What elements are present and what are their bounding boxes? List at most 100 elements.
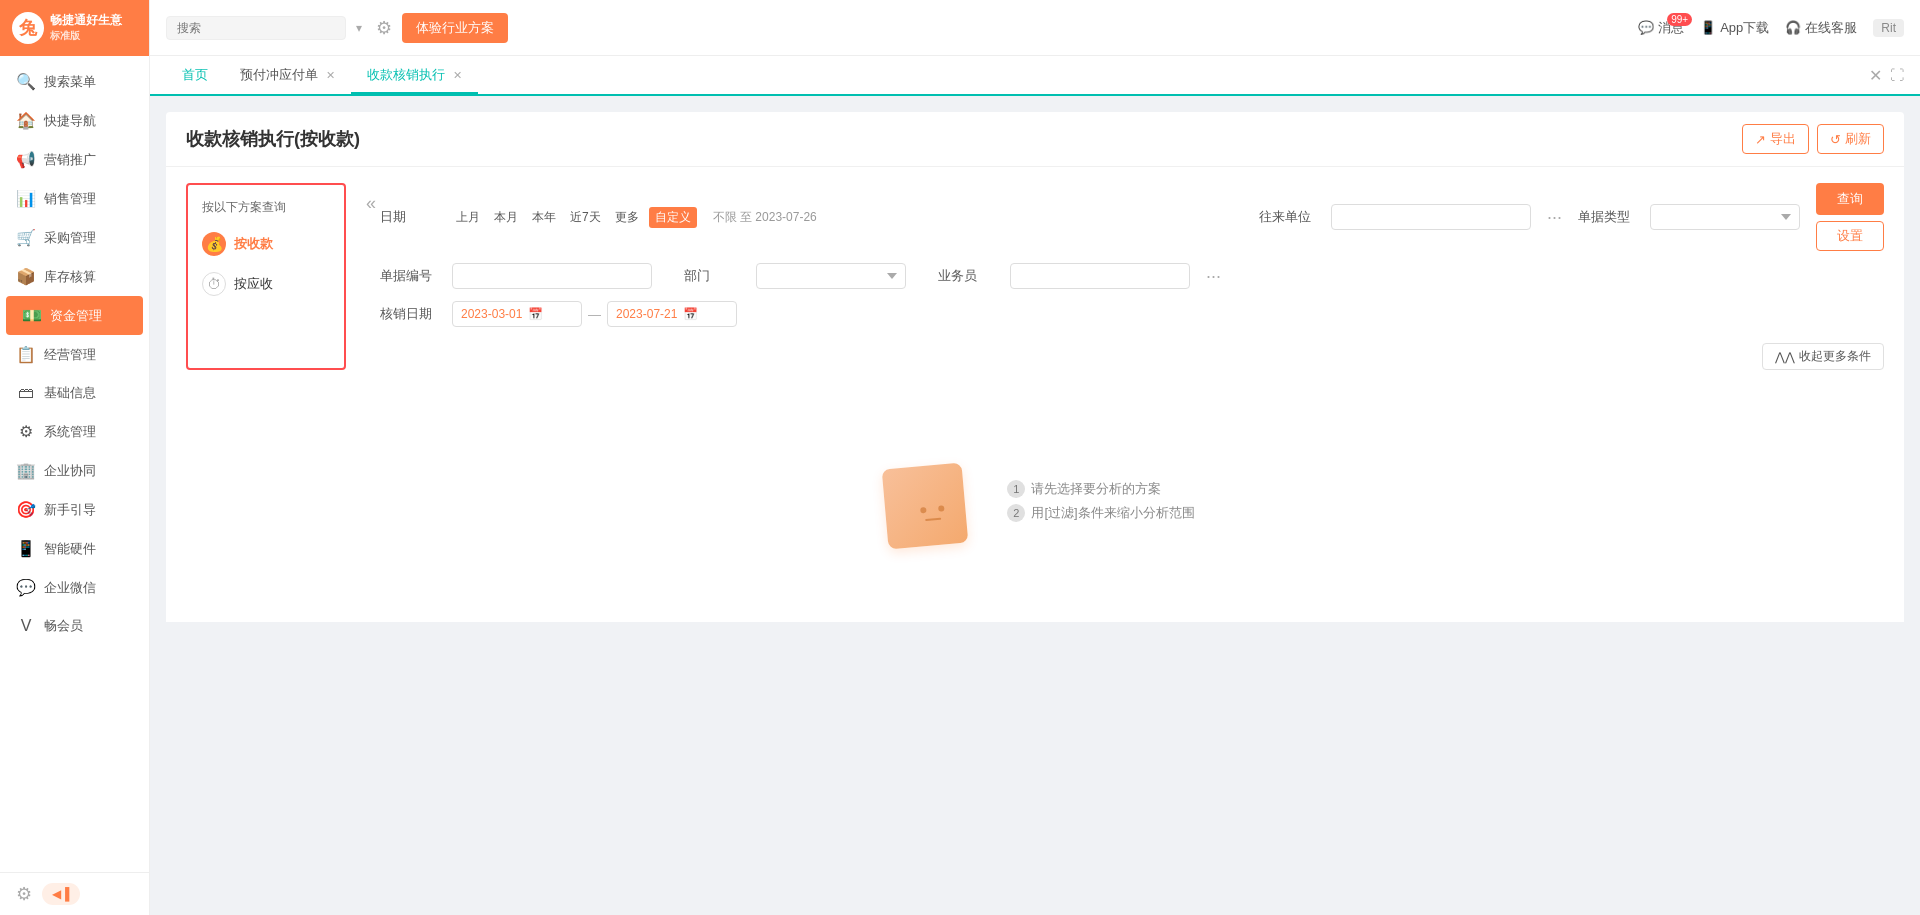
sidebar-collapse-button[interactable]: ◀▐ bbox=[42, 883, 80, 905]
guide-icon: 🎯 bbox=[16, 500, 36, 519]
enterprise-icon: 🏢 bbox=[16, 461, 36, 480]
operation-icon: 📋 bbox=[16, 345, 36, 364]
sidebar-item-guide[interactable]: 🎯新手引导 bbox=[0, 490, 149, 529]
hint-text-1: 请先选择要分析的方案 bbox=[1031, 480, 1161, 498]
basic-icon: 🗃 bbox=[16, 384, 36, 402]
partner-ellipsis-icon[interactable]: ··· bbox=[1547, 207, 1562, 228]
refresh-button[interactable]: ↺ 刷新 bbox=[1817, 124, 1884, 154]
tabbar-close-all-icon[interactable]: ✕ bbox=[1869, 66, 1882, 85]
collapse-more-button[interactable]: ⋀⋀ 收起更多条件 bbox=[1762, 343, 1884, 370]
query-button[interactable]: 查询 bbox=[1816, 183, 1884, 215]
doc-number-label: 单据编号 bbox=[380, 267, 436, 285]
date-custom-btn[interactable]: 自定义 bbox=[649, 207, 697, 228]
refresh-icon: ↺ bbox=[1830, 132, 1841, 147]
headset-icon: 🎧 bbox=[1785, 20, 1801, 35]
empty-eye-left bbox=[920, 507, 927, 514]
topbar-chevron-icon[interactable]: ▾ bbox=[356, 21, 362, 35]
verify-date-end-input[interactable]: 2023-07-21 📅 bbox=[607, 301, 737, 327]
query-type-by-receivable[interactable]: ⏱ 按应收 bbox=[188, 264, 344, 304]
sidebar-item-sales[interactable]: 📊销售管理 bbox=[0, 179, 149, 218]
setting-button[interactable]: 设置 bbox=[1816, 221, 1884, 251]
hardware-icon: 📱 bbox=[16, 539, 36, 558]
user-info[interactable]: Rit bbox=[1873, 19, 1904, 37]
app-download-button[interactable]: 📱 App下载 bbox=[1700, 19, 1769, 37]
solution-button[interactable]: 体验行业方案 bbox=[402, 13, 508, 43]
doc-number-input[interactable] bbox=[452, 263, 652, 289]
service-label: 在线客服 bbox=[1805, 19, 1857, 37]
verify-date-start-input[interactable]: 2023-03-01 📅 bbox=[452, 301, 582, 327]
sidebar-label-member: 畅会员 bbox=[44, 617, 83, 635]
sidebar-item-member[interactable]: V 畅会员 bbox=[0, 607, 149, 645]
sidebar-item-enterprise[interactable]: 🏢企业协同 bbox=[0, 451, 149, 490]
date-last-7-days-btn[interactable]: 近7天 bbox=[566, 207, 605, 228]
sidebar-item-shortcut[interactable]: 🏠快捷导航 bbox=[0, 101, 149, 140]
tab-receipt-close-icon[interactable]: ✕ bbox=[453, 69, 462, 82]
doc-type-select[interactable] bbox=[1650, 204, 1800, 230]
export-button[interactable]: ↗ 导出 bbox=[1742, 124, 1809, 154]
topbar-gear-icon[interactable]: ⚙ bbox=[376, 17, 392, 39]
sidebar-label-search: 搜索菜单 bbox=[44, 73, 96, 91]
query-type-receivable-label: 按应收 bbox=[234, 275, 273, 293]
sidebar-item-hardware[interactable]: 📱智能硬件 bbox=[0, 529, 149, 568]
department-select[interactable] bbox=[756, 263, 906, 289]
main-area: ▾ ⚙ 体验行业方案 💬 消息 99+ 📱 App下载 🎧 在线客服 Rit 首… bbox=[150, 0, 1920, 915]
verify-date-label: 核销日期 bbox=[380, 305, 436, 323]
search-icon: 🔍 bbox=[16, 72, 36, 91]
tab-home[interactable]: 首页 bbox=[166, 58, 224, 94]
empty-illustration bbox=[875, 446, 975, 546]
date-range-hint: 不限 至 2023-07-26 bbox=[713, 209, 817, 226]
message-button[interactable]: 💬 消息 99+ bbox=[1638, 19, 1684, 37]
tab-receipt[interactable]: 收款核销执行 ✕ bbox=[351, 58, 478, 94]
sidebar-item-search[interactable]: 🔍 搜索菜单 bbox=[0, 62, 149, 101]
sidebar-item-inventory[interactable]: 📦库存核算 bbox=[0, 257, 149, 296]
date-last-month-btn[interactable]: 上月 bbox=[452, 207, 484, 228]
query-type-panel: 按以下方案查询 💰 按收款 ⏱ 按应收 bbox=[186, 183, 346, 370]
tab-prepay-label: 预付冲应付单 bbox=[240, 66, 318, 84]
tab-prepay[interactable]: 预付冲应付单 ✕ bbox=[224, 58, 351, 94]
sidebar-label-marketing: 营销推广 bbox=[44, 151, 96, 169]
marketing-icon: 📢 bbox=[16, 150, 36, 169]
wechat-icon: 💬 bbox=[16, 578, 36, 597]
app-logo-icon: 兔 bbox=[12, 12, 44, 44]
date-this-year-btn[interactable]: 本年 bbox=[528, 207, 560, 228]
page-title-bar: 收款核销执行(按收款) ↗ 导出 ↺ 刷新 bbox=[166, 112, 1904, 166]
sidebar-item-finance[interactable]: 💵资金管理 bbox=[6, 296, 143, 335]
calendar-start-icon[interactable]: 📅 bbox=[528, 307, 543, 321]
sidebar-item-system[interactable]: ⚙系统管理 bbox=[0, 412, 149, 451]
date-this-month-btn[interactable]: 本月 bbox=[490, 207, 522, 228]
tabbar-actions: ✕ ⛶ bbox=[1869, 66, 1904, 85]
tabbar-expand-icon[interactable]: ⛶ bbox=[1890, 67, 1904, 83]
sidebar-item-wechat[interactable]: 💬企业微信 bbox=[0, 568, 149, 607]
empty-box-face bbox=[906, 491, 959, 535]
sidebar-label-operation: 经营管理 bbox=[44, 346, 96, 364]
empty-hints: 1 请先选择要分析的方案 2 用[过滤]条件来缩小分析范围 bbox=[1007, 480, 1194, 528]
hint-text-2: 用[过滤]条件来缩小分析范围 bbox=[1031, 504, 1194, 522]
sidebar-item-operation[interactable]: 📋 经营管理 bbox=[0, 335, 149, 374]
calendar-end-icon[interactable]: 📅 bbox=[683, 307, 698, 321]
page-title: 收款核销执行(按收款) bbox=[186, 127, 360, 151]
date-more-btn[interactable]: 更多 bbox=[611, 207, 643, 228]
verify-date-start-value: 2023-03-01 bbox=[461, 307, 522, 321]
hint-num-2: 2 bbox=[1007, 504, 1025, 522]
empty-hint-2: 2 用[过滤]条件来缩小分析范围 bbox=[1007, 504, 1194, 522]
sidebar-label-basic: 基础信息 bbox=[44, 384, 96, 402]
date-separator: — bbox=[588, 307, 601, 322]
service-button[interactable]: 🎧 在线客服 bbox=[1785, 19, 1857, 37]
member-icon: V bbox=[16, 617, 36, 635]
collapse-more-row: ⋀⋀ 收起更多条件 bbox=[380, 339, 1884, 370]
sidebar-item-basic[interactable]: 🗃 基础信息 bbox=[0, 374, 149, 412]
query-type-by-receipt[interactable]: 💰 按收款 bbox=[188, 224, 344, 264]
topbar-right: 💬 消息 99+ 📱 App下载 🎧 在线客服 Rit bbox=[1638, 19, 1904, 37]
salesperson-ellipsis-icon[interactable]: ··· bbox=[1206, 266, 1221, 287]
panel-collapse-arrow[interactable]: « bbox=[362, 193, 380, 214]
message-icon: 💬 bbox=[1638, 20, 1654, 35]
sidebar-item-marketing[interactable]: 📢 营销推广 bbox=[0, 140, 149, 179]
partner-input[interactable] bbox=[1331, 204, 1531, 230]
tab-prepay-close-icon[interactable]: ✕ bbox=[326, 69, 335, 82]
salesperson-input[interactable] bbox=[1010, 263, 1190, 289]
mobile-icon: 📱 bbox=[1700, 20, 1716, 35]
inventory-icon: 📦 bbox=[16, 267, 36, 286]
topbar-search-input[interactable] bbox=[166, 16, 346, 40]
settings-icon[interactable]: ⚙ bbox=[16, 883, 32, 905]
sidebar-item-purchase[interactable]: 🛒采购管理 bbox=[0, 218, 149, 257]
